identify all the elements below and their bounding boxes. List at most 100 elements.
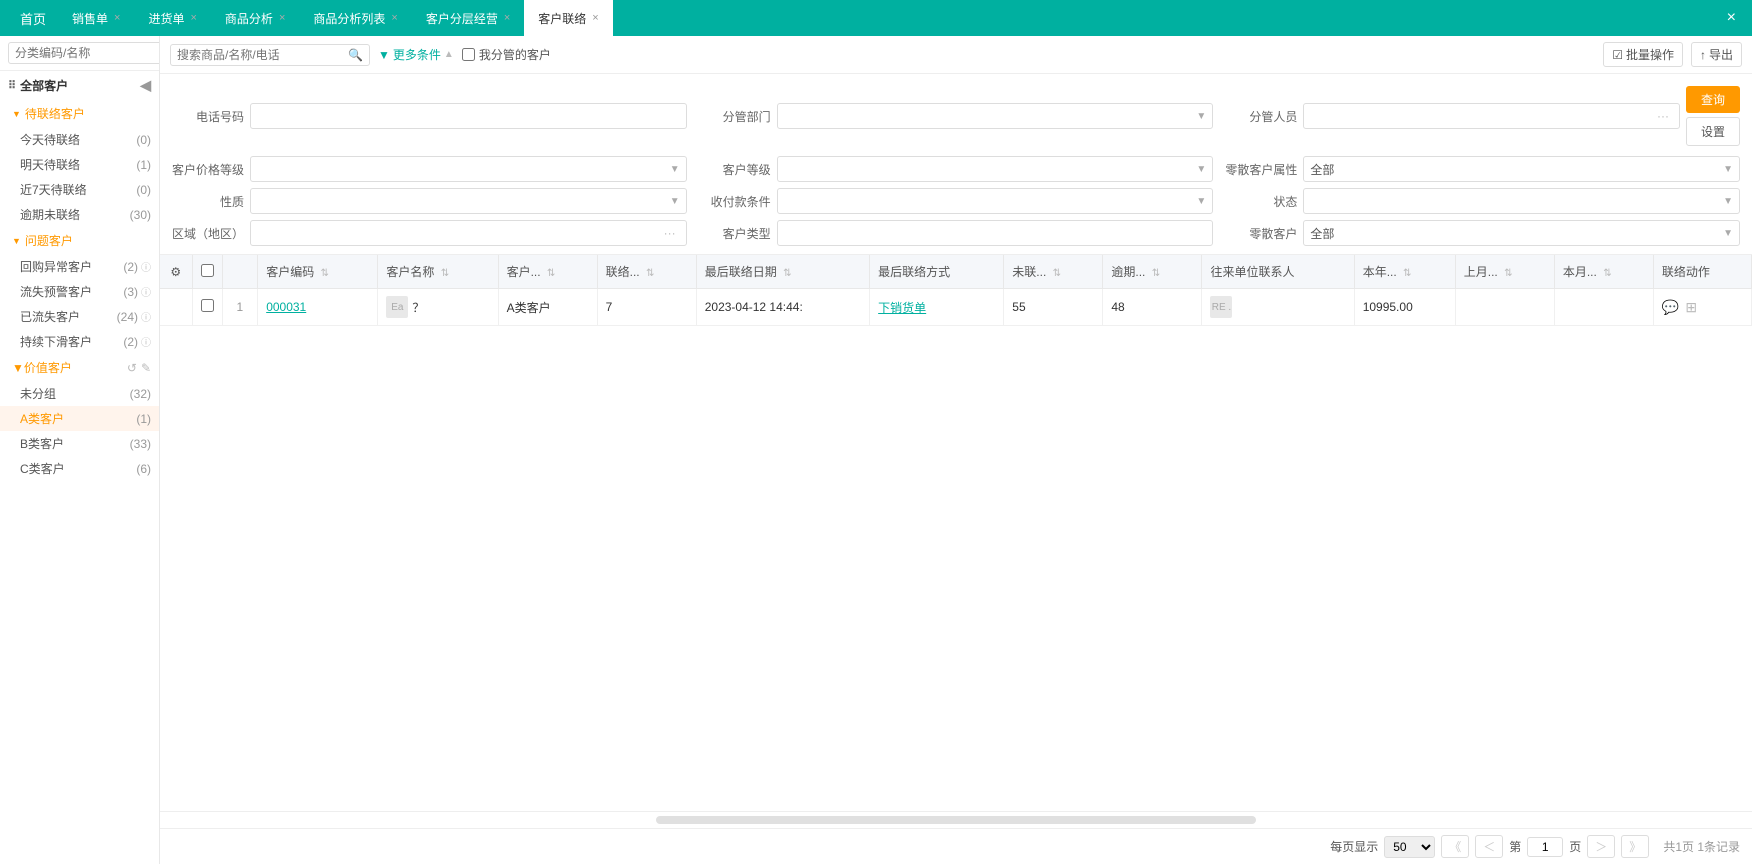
th-index: [222, 255, 258, 289]
price-level-select[interactable]: ▼: [250, 156, 687, 182]
close-sales-tab[interactable]: ×: [114, 12, 120, 24]
page-number-input[interactable]: [1527, 837, 1563, 857]
retail-select[interactable]: 全部 ▼: [1303, 220, 1740, 246]
phone-input[interactable]: [250, 103, 687, 129]
payment-select[interactable]: ▼: [777, 188, 1214, 214]
edit-icon[interactable]: ✎: [141, 361, 151, 375]
nav-tab-sales[interactable]: 销售单 ×: [58, 0, 134, 36]
th-this-year[interactable]: 本年... ⇅: [1354, 255, 1455, 289]
select-all-checkbox[interactable]: [201, 264, 214, 277]
scatter-attr-select[interactable]: 全部 ▼: [1303, 156, 1740, 182]
unit-contact-cell: RE .: [1210, 296, 1345, 318]
nav-tab-product-analysis[interactable]: 商品分析 ×: [211, 0, 299, 36]
last-method-link[interactable]: 下销货单: [878, 301, 926, 315]
pending-contact-title[interactable]: ▼ 待联络客户: [0, 100, 159, 127]
sidebar-item-7days[interactable]: 近7天待联络 (0): [0, 177, 159, 202]
td-gear: [160, 289, 192, 326]
avatar: Ea: [386, 296, 408, 318]
scrollbar-area: [160, 811, 1752, 828]
sidebar-item-at-risk[interactable]: 流失预警客户 (3) ⓘ: [0, 279, 159, 304]
more-dots-icon[interactable]: ···: [660, 226, 680, 240]
page-size-select[interactable]: 50 100 200: [1384, 836, 1435, 858]
export-btn[interactable]: ↑ 导出: [1691, 42, 1742, 67]
filter-status: 状态 ▼: [1225, 188, 1740, 214]
th-type[interactable]: 客户... ⇅: [498, 255, 597, 289]
filter-payment: 收付款条件 ▼: [699, 188, 1214, 214]
th-code[interactable]: 客户编码 ⇅: [258, 255, 378, 289]
person-select[interactable]: ···: [1303, 103, 1680, 129]
close-customer-contact-tab[interactable]: ×: [592, 12, 598, 24]
more-icon[interactable]: ···: [1653, 109, 1673, 123]
search-icon[interactable]: 🔍: [348, 48, 363, 62]
dept-select[interactable]: ▼: [777, 103, 1214, 129]
sidebar-item-lost[interactable]: 已流失客户 (24) ⓘ: [0, 304, 159, 329]
close-product-list-tab[interactable]: ×: [391, 12, 397, 24]
th-no-contact[interactable]: 未联... ⇅: [1004, 255, 1103, 289]
chat-action-icon[interactable]: 💬: [1662, 299, 1679, 316]
my-customers-checkbox[interactable]: [462, 48, 475, 61]
nav-tab-customer-tier[interactable]: 客户分层经营 ×: [412, 0, 524, 36]
customer-type-select[interactable]: [777, 220, 1214, 246]
grid-action-icon[interactable]: ⊞: [1685, 299, 1697, 316]
more-filters-btn[interactable]: ▼ 更多条件 ▲: [378, 46, 454, 63]
td-unit-contact: RE .: [1202, 289, 1354, 326]
close-customer-tier-tab[interactable]: ×: [504, 12, 510, 24]
nav-tab-product-list[interactable]: 商品分析列表 ×: [299, 0, 411, 36]
sidebar-item-overdue[interactable]: 逾期未联络 (30): [0, 202, 159, 227]
th-last-method[interactable]: 最后联络方式: [870, 255, 1004, 289]
query-button[interactable]: 查询: [1686, 86, 1740, 113]
refresh-icon[interactable]: ↺: [127, 361, 137, 375]
horizontal-scrollbar[interactable]: [656, 816, 1256, 824]
prev-page-btn[interactable]: ＜: [1475, 835, 1503, 858]
th-overdue[interactable]: 逾期... ⇅: [1103, 255, 1202, 289]
sidebar-search-input[interactable]: [8, 42, 160, 64]
close-all-tabs[interactable]: ×: [1719, 9, 1744, 27]
all-customers-title[interactable]: ⠿ 全部客户 ◀: [0, 71, 159, 100]
th-settings[interactable]: ⚙: [160, 255, 192, 289]
problem-customers-title[interactable]: ▼ 问题客户: [0, 227, 159, 254]
collapse-sidebar-icon[interactable]: ◀: [140, 77, 151, 94]
sort-thisyear-icon: ⇅: [1403, 268, 1411, 279]
content-area: 🔍 ▼ 更多条件 ▲ 我分管的客户 ☑ 批量操作 ↑ 导出: [160, 36, 1752, 864]
sidebar-item-class-b[interactable]: B类客户 (33): [0, 431, 159, 456]
th-last-month[interactable]: 上月... ⇅: [1455, 255, 1554, 289]
th-last-date[interactable]: 最后联络日期 ⇅: [696, 255, 869, 289]
sidebar-item-today[interactable]: 今天待联络 (0): [0, 127, 159, 152]
sidebar-item-declining[interactable]: 持续下滑客户 (2) ⓘ: [0, 329, 159, 354]
batch-op-btn[interactable]: ☑ 批量操作: [1603, 42, 1683, 67]
nav-home[interactable]: 首页: [8, 9, 58, 28]
td-this-month: [1554, 289, 1653, 326]
close-purchase-tab[interactable]: ×: [190, 12, 196, 24]
nav-tab-customer-contact[interactable]: 客户联络 ×: [524, 0, 612, 36]
sort-thismonth-icon: ⇅: [1603, 268, 1611, 279]
th-unit-contact[interactable]: 往来单位联系人: [1202, 255, 1354, 289]
sidebar-item-class-a[interactable]: A类客户 (1): [0, 406, 159, 431]
first-page-btn[interactable]: 《: [1441, 835, 1469, 858]
nav-tab-purchase[interactable]: 进货单 ×: [134, 0, 210, 36]
region-select[interactable]: ···: [250, 220, 687, 246]
row-checkbox[interactable]: [201, 299, 214, 312]
th-this-month[interactable]: 本月... ⇅: [1554, 255, 1653, 289]
value-customers-title[interactable]: ▼ 价值客户 ↺ ✎: [0, 354, 159, 381]
sidebar-item-class-c[interactable]: C类客户 (6): [0, 456, 159, 481]
sidebar-item-tomorrow[interactable]: 明天待联络 (1): [0, 152, 159, 177]
pagination: 每页显示 50 100 200 《 ＜ 第 页 ＞ 》 共1页 1条记录: [160, 828, 1752, 864]
my-customers-filter[interactable]: 我分管的客户: [462, 46, 551, 63]
close-product-tab[interactable]: ×: [279, 12, 285, 24]
settings-button[interactable]: 设置: [1686, 117, 1740, 146]
sidebar-item-abnormal[interactable]: 回购异常客户 (2) ⓘ: [0, 254, 159, 279]
status-select[interactable]: ▼: [1303, 188, 1740, 214]
pending-contact-group: ▼ 待联络客户 今天待联络 (0) 明天待联络 (1) 近7天待联络 (0) 逾…: [0, 100, 159, 227]
filter-row-3: 性质 ▼ 收付款条件 ▼ 状态: [172, 188, 1740, 214]
nature-select[interactable]: ▼: [250, 188, 687, 214]
td-code[interactable]: 000031: [258, 289, 378, 326]
search-input[interactable]: [177, 48, 348, 62]
customer-level-select[interactable]: ▼: [777, 156, 1214, 182]
next-page-btn[interactable]: ＞: [1587, 835, 1615, 858]
th-name[interactable]: 客户名称 ⇅: [378, 255, 498, 289]
sort-nocontact-icon: ⇅: [1053, 268, 1061, 279]
th-contact[interactable]: 联络... ⇅: [597, 255, 696, 289]
last-page-btn[interactable]: 》: [1621, 835, 1649, 858]
customer-code-link[interactable]: 000031: [266, 300, 306, 314]
sidebar-item-unclassified[interactable]: 未分组 (32): [0, 381, 159, 406]
